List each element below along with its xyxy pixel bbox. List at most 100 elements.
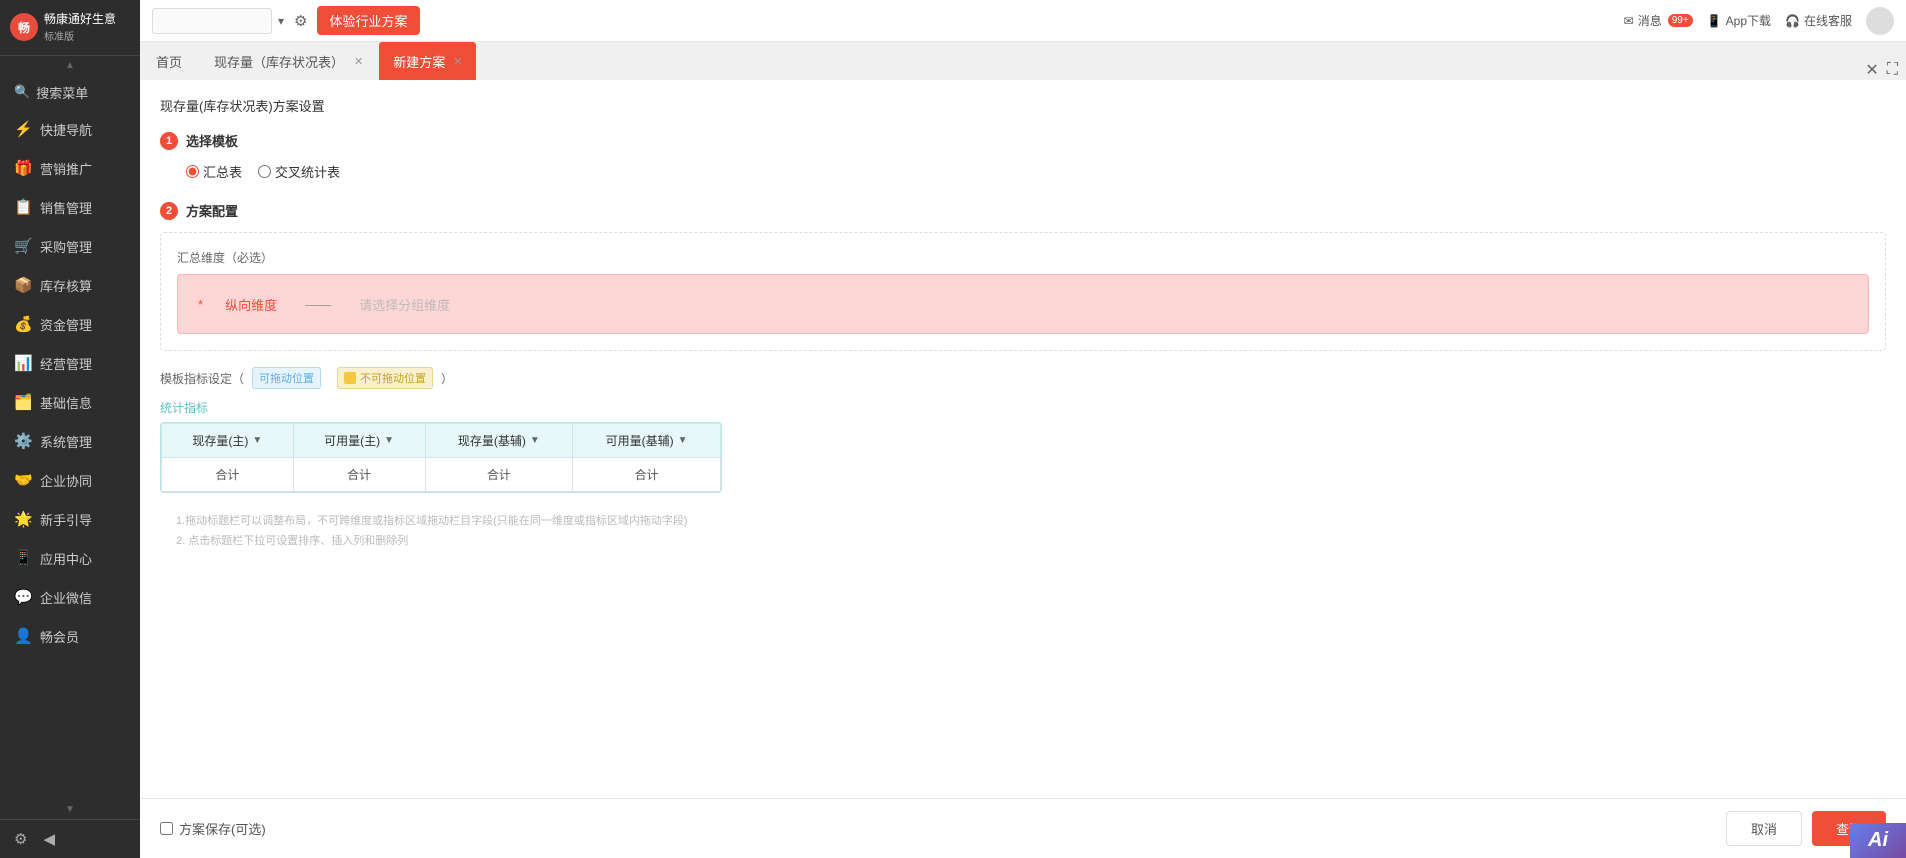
tab-inventory-status[interactable]: 现存量（库存状况表） ✕ — [198, 42, 379, 80]
cross-radio-label[interactable]: 交叉统计表 — [258, 162, 340, 181]
tab-bar-actions: ✕ ⛶ — [1865, 60, 1906, 80]
required-mark: * — [198, 297, 203, 312]
sidebar-scroll-down[interactable]: ▼ — [0, 800, 140, 819]
template-radio-group: 汇总表 交叉统计表 — [186, 162, 1886, 181]
sidebar-item-purchase[interactable]: 🛒 采购管理 — [0, 227, 140, 266]
content-area: 现存量(库存状况表)方案设置 1 选择模板 汇总表 交叉统计表 2 — [140, 80, 1906, 798]
summary-radio[interactable] — [186, 165, 199, 178]
appcenter-icon: 📱 — [14, 549, 32, 567]
tab-close-all-icon[interactable]: ✕ — [1865, 60, 1878, 80]
tip-1: 1.拖动标题栏可以调整布局，不可跨维度或指标区域拖动栏目字段(只能在同一维度或指… — [176, 512, 1886, 532]
inventory-tab-label: 现存量（库存状况表） — [214, 52, 344, 71]
col-available-main[interactable]: 可用量(主) ▼ — [293, 424, 425, 458]
trial-btn[interactable]: 体验行业方案 — [317, 6, 419, 35]
tab-expand-icon[interactable]: ⛶ — [1887, 61, 1898, 79]
quicknav-icon: ⚡ — [14, 120, 32, 138]
col-present-aux-dropdown[interactable]: ▼ — [530, 435, 540, 446]
inventory-tab-close-icon[interactable]: ✕ — [354, 55, 363, 68]
sidebar-search-item[interactable]: 🔍 搜索菜单 — [0, 75, 140, 110]
search-icon: 🔍 — [14, 84, 30, 100]
sidebar-item-quicknav[interactable]: ⚡ 快捷导航 — [0, 110, 140, 149]
sidebar-item-member[interactable]: 👤 畅会员 — [0, 617, 140, 656]
phone-icon: 📱 — [1707, 14, 1722, 28]
app-download-btn[interactable]: 📱 App下载 — [1707, 12, 1771, 29]
aggregate-field-label: 汇总维度（必选） — [177, 249, 1869, 266]
purchase-icon: 🛒 — [14, 237, 32, 255]
cell-available-main-sub: 合计 — [293, 458, 425, 492]
collapse-icon[interactable]: ◀ — [43, 830, 55, 848]
new-scheme-tab-label: 新建方案 — [393, 52, 445, 71]
draggable-badge: 可拖动位置 — [252, 367, 321, 389]
step1-title: 选择模板 — [186, 131, 238, 150]
indicator-settings: 模板指标设定（ 可拖动位置 不可拖动位置 ） 统计指标 — [160, 367, 1886, 552]
sidebar-item-operation[interactable]: 📊 经营管理 — [0, 344, 140, 383]
page-title: 现存量(库存状况表)方案设置 — [160, 96, 1886, 115]
sidebar-item-cooperation[interactable]: 🤝 企业协同 — [0, 461, 140, 500]
logo-text: 畅康通好生意 标准版 — [44, 12, 116, 43]
message-btn[interactable]: ✉ 消息 99+ — [1624, 12, 1693, 29]
sidebar-item-system[interactable]: ⚙️ 系统管理 — [0, 422, 140, 461]
col-available-aux-dropdown[interactable]: ▼ — [678, 435, 688, 446]
col-present-main-dropdown[interactable]: ▼ — [252, 435, 262, 446]
inventory-icon: 📦 — [14, 276, 32, 294]
top-header: ▾ ⚙ 体验行业方案 ✉ 消息 99+ 📱 App下载 🎧 在线客服 — [140, 0, 1906, 42]
marketing-icon: 🎁 — [14, 159, 32, 177]
sidebar-footer: ⚙ ◀ — [0, 819, 140, 858]
basic-icon: 🗂️ — [14, 393, 32, 411]
col-available-aux[interactable]: 可用量(基辅) ▼ — [573, 424, 721, 458]
sidebar-item-sales[interactable]: 📋 销售管理 — [0, 188, 140, 227]
new-scheme-tab-close-icon[interactable]: ✕ — [453, 55, 462, 68]
online-service-btn[interactable]: 🎧 在线客服 — [1785, 12, 1852, 29]
sidebar-item-inventory[interactable]: 📦 库存核算 — [0, 266, 140, 305]
tips-block: 1.拖动标题栏可以调整布局，不可跨维度或指标区域拖动栏目字段(只能在同一维度或指… — [160, 512, 1886, 552]
ai-badge[interactable]: Ai — [1850, 823, 1906, 858]
step2-num: 2 — [160, 202, 178, 220]
sidebar-item-basic[interactable]: 🗂️ 基础信息 — [0, 383, 140, 422]
tab-new-scheme[interactable]: 新建方案 ✕ — [379, 42, 476, 80]
non-draggable-badge: 不可拖动位置 — [337, 367, 433, 389]
search-dropdown-icon[interactable]: ▾ — [278, 14, 284, 28]
vertical-dim-placeholder: 请选择分组维度 — [359, 295, 450, 314]
save-scheme-checkbox[interactable] — [160, 822, 173, 835]
tab-home[interactable]: 首页 — [140, 42, 198, 80]
header-gear-icon[interactable]: ⚙ — [294, 12, 307, 30]
step1-block: 1 选择模板 汇总表 交叉统计表 — [160, 131, 1886, 181]
dim-separator: —— — [305, 297, 331, 312]
wechat-icon: 💬 — [14, 588, 32, 606]
user-avatar[interactable] — [1866, 7, 1894, 35]
step1-num: 1 — [160, 132, 178, 150]
summary-radio-label[interactable]: 汇总表 — [186, 162, 242, 181]
finance-icon: 💰 — [14, 315, 32, 333]
col-available-main-dropdown[interactable]: ▼ — [384, 435, 394, 446]
sidebar-item-newguide[interactable]: 🌟 新手引导 — [0, 500, 140, 539]
col-present-main[interactable]: 现存量(主) ▼ — [162, 424, 294, 458]
step2-title: 方案配置 — [186, 201, 238, 220]
tip-2: 2. 点击标题栏下拉可设置排序、插入列和删除列 — [176, 532, 1886, 552]
header-right: ✉ 消息 99+ 📱 App下载 🎧 在线客服 — [1624, 7, 1894, 35]
sidebar-scroll-up[interactable]: ▲ — [0, 56, 140, 75]
member-icon: 👤 — [14, 627, 32, 645]
cell-available-aux-sub: 合计 — [573, 458, 721, 492]
cancel-button[interactable]: 取消 — [1726, 811, 1802, 846]
settings-icon[interactable]: ⚙ — [14, 830, 27, 848]
sidebar-item-appcenter[interactable]: 📱 应用中心 — [0, 539, 140, 578]
table-row: 合计 合计 合计 合计 — [162, 458, 721, 492]
indicator-settings-label: 模板指标设定（ 可拖动位置 不可拖动位置 ） — [160, 367, 1886, 389]
vertical-dim-label: 纵向维度 — [225, 295, 277, 314]
cross-radio[interactable] — [258, 165, 271, 178]
sidebar-item-wechat[interactable]: 💬 企业微信 — [0, 578, 140, 617]
sidebar-item-finance[interactable]: 💰 资金管理 — [0, 305, 140, 344]
save-scheme-label[interactable]: 方案保存(可选) — [160, 819, 266, 838]
aggregate-config-block: 汇总维度（必选） * 纵向维度 —— 请选择分组维度 — [160, 232, 1886, 351]
search-input[interactable] — [152, 8, 272, 34]
vertical-dim-row[interactable]: * 纵向维度 —— 请选择分组维度 — [177, 274, 1869, 334]
sidebar-nav: 🔍 搜索菜单 ⚡ 快捷导航 🎁 营销推广 📋 销售管理 🛒 采购管理 📦 库存核… — [0, 75, 140, 800]
col-present-aux[interactable]: 现存量(基辅) ▼ — [425, 424, 573, 458]
logo-icon: 畅 — [10, 13, 38, 41]
message-icon: ✉ — [1624, 14, 1634, 28]
sales-icon: 📋 — [14, 198, 32, 216]
home-tab-label: 首页 — [156, 52, 182, 71]
sidebar-item-marketing[interactable]: 🎁 营销推广 — [0, 149, 140, 188]
step1-header: 1 选择模板 — [160, 131, 1886, 150]
newguide-icon: 🌟 — [14, 510, 32, 528]
